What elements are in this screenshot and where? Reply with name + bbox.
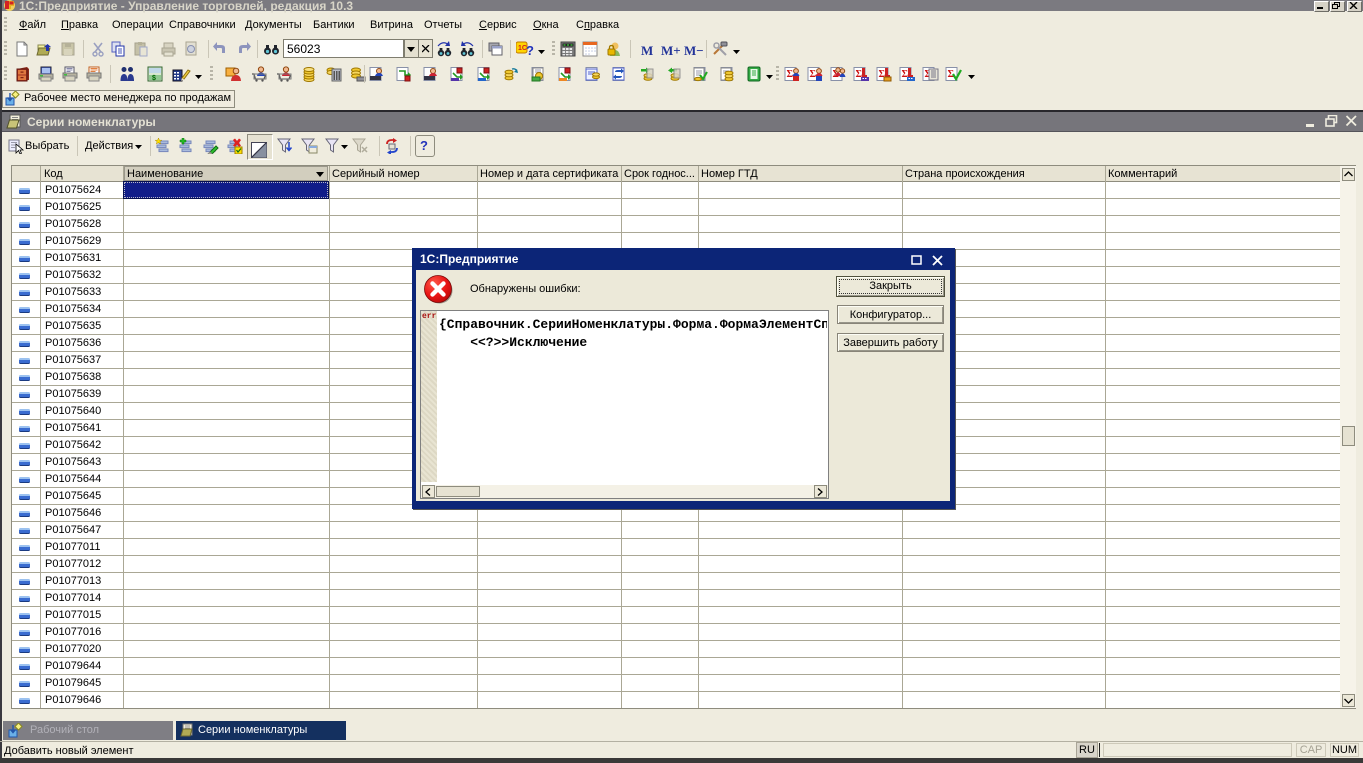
svg-text:$: $ (152, 75, 156, 82)
svg-text:?: ? (526, 43, 534, 57)
svg-text:Σ: Σ (787, 69, 794, 80)
svg-text:Σ: Σ (810, 69, 817, 80)
